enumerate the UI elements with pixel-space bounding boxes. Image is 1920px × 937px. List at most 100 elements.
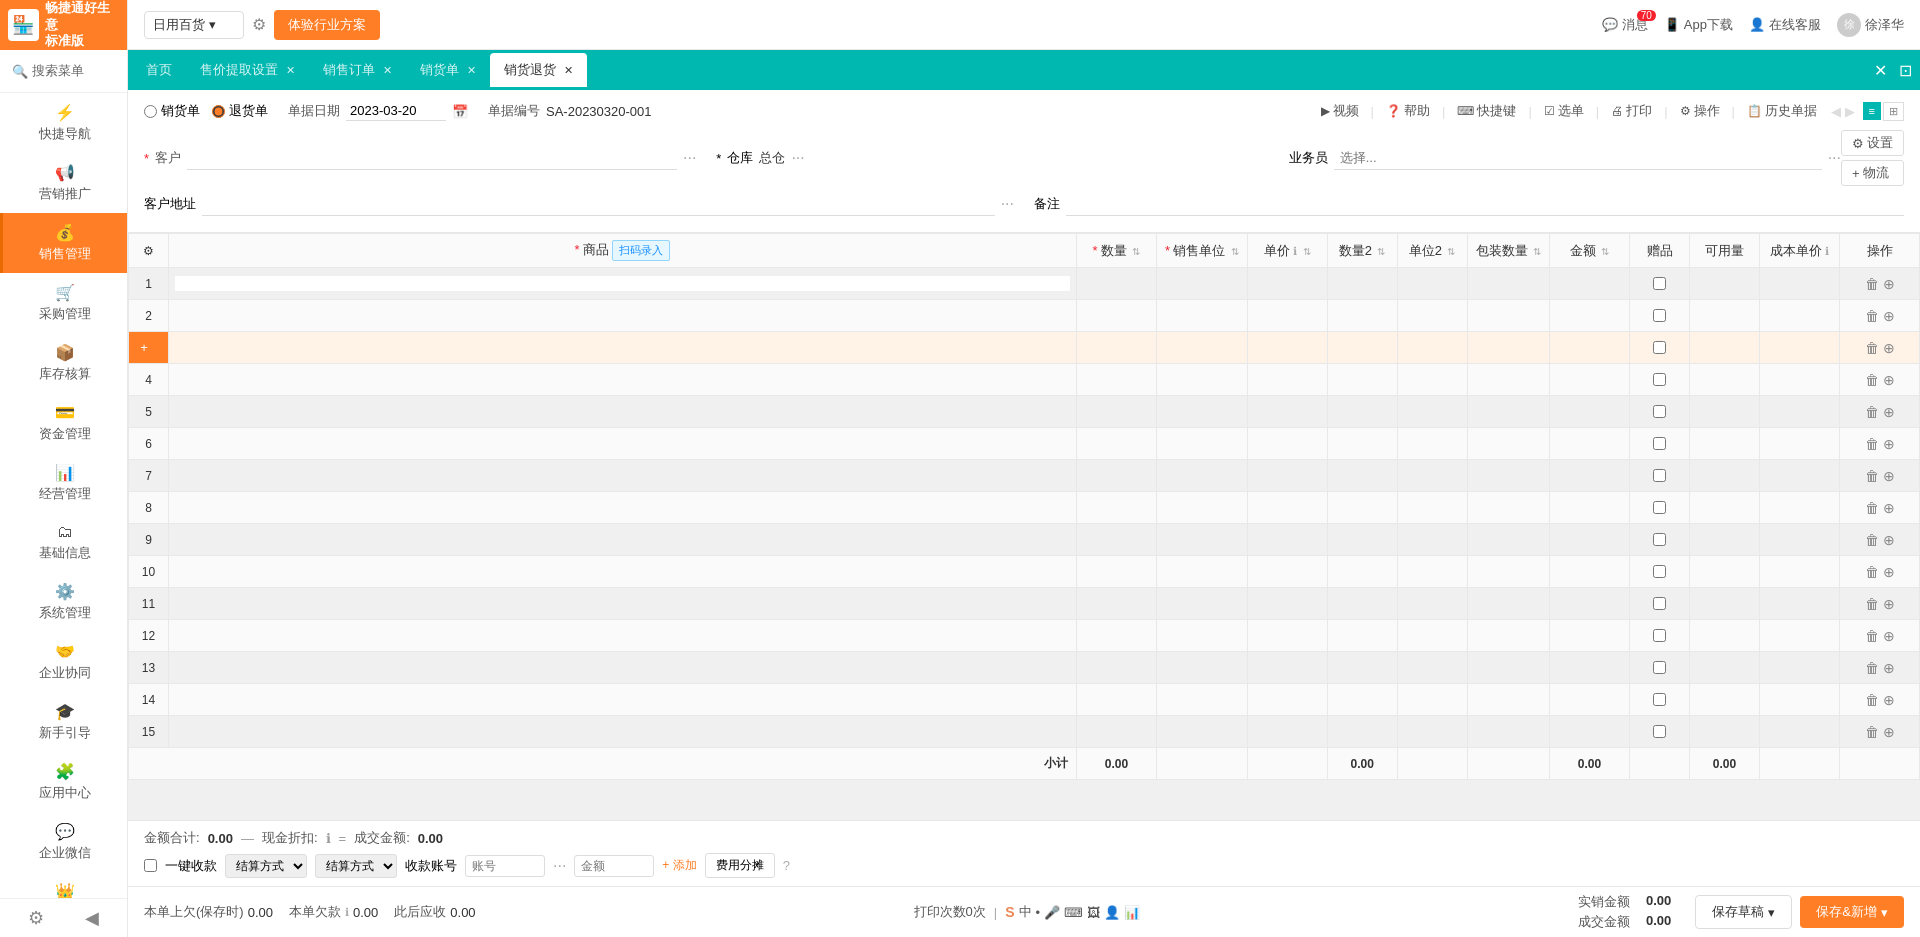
- staff-lookup-icon[interactable]: ···: [1828, 149, 1841, 167]
- gift-checkbox-2[interactable]: [1653, 309, 1666, 322]
- copy-row-12[interactable]: ⊕: [1881, 626, 1897, 646]
- delete-row-1[interactable]: 🗑: [1863, 274, 1881, 294]
- remark-input[interactable]: [1066, 192, 1904, 216]
- gift-checkbox-11[interactable]: [1653, 597, 1666, 610]
- app-download-button[interactable]: 📱 App下载: [1664, 16, 1733, 34]
- sidebar-item-purchase[interactable]: 🛒 采购管理: [0, 273, 127, 333]
- gift-checkbox-10[interactable]: [1653, 565, 1666, 578]
- customer-lookup-icon[interactable]: ···: [683, 149, 696, 167]
- close-tab-button[interactable]: ✕: [1870, 57, 1891, 84]
- tab-close-sales-order[interactable]: ✕: [383, 64, 392, 77]
- copy-row-9[interactable]: ⊕: [1881, 530, 1897, 550]
- qty-sort-icon[interactable]: ⇅: [1132, 246, 1140, 257]
- add-row-button[interactable]: +: [135, 339, 153, 357]
- copy-row-4[interactable]: ⊕: [1881, 370, 1897, 390]
- shortcut-button[interactable]: ⌨ 快捷键: [1451, 100, 1522, 122]
- sidebar-item-enterprise[interactable]: 🤝 企业协同: [0, 632, 127, 692]
- scan-input-button[interactable]: 扫码录入: [612, 240, 670, 261]
- gift-checkbox-13[interactable]: [1653, 661, 1666, 674]
- copy-row-8[interactable]: ⊕: [1881, 498, 1897, 518]
- discount-info-icon[interactable]: ℹ: [326, 831, 331, 846]
- experience-plan-button[interactable]: 体验行业方案: [274, 10, 380, 40]
- operate-button[interactable]: ⚙ 操作: [1674, 100, 1726, 122]
- online-service-button[interactable]: 👤 在线客服: [1749, 16, 1821, 34]
- sidebar-item-sales[interactable]: 💰 销售管理: [0, 213, 127, 273]
- delete-row-14[interactable]: 🗑: [1863, 690, 1881, 710]
- collapse-footer-button[interactable]: ◀: [85, 907, 99, 929]
- copy-row-7[interactable]: ⊕: [1881, 466, 1897, 486]
- history-order-button[interactable]: 📋 历史单据: [1741, 100, 1823, 122]
- product-input-3[interactable]: [175, 340, 1070, 355]
- cost-info-icon[interactable]: ℹ: [1825, 245, 1829, 257]
- help-button[interactable]: ❓ 帮助: [1380, 100, 1436, 122]
- radio-return[interactable]: 退货单: [212, 102, 268, 120]
- expense-split-button[interactable]: 费用分摊: [705, 853, 775, 878]
- pkg-sort-icon[interactable]: ⇅: [1533, 246, 1541, 257]
- search-menu-button[interactable]: 🔍 搜索菜单: [8, 58, 119, 84]
- one-key-payment-checkbox[interactable]: [144, 859, 157, 872]
- address-input[interactable]: [202, 192, 995, 216]
- sidebar-item-marketing[interactable]: 📢 营销推广: [0, 153, 127, 213]
- gift-checkbox-4[interactable]: [1653, 373, 1666, 386]
- payment-amount-input[interactable]: [574, 855, 654, 877]
- address-lookup-icon[interactable]: ···: [1001, 195, 1014, 213]
- tab-sales-return[interactable]: 销货退货 ✕: [490, 53, 587, 87]
- calendar-icon[interactable]: 📅: [452, 104, 468, 119]
- sidebar-item-operations[interactable]: 📊 经营管理: [0, 453, 127, 513]
- gift-checkbox-1[interactable]: [1653, 277, 1666, 290]
- settings-button[interactable]: ⚙ 设置: [1841, 130, 1904, 156]
- delete-row-5[interactable]: 🗑: [1863, 402, 1881, 422]
- gift-checkbox-8[interactable]: [1653, 501, 1666, 514]
- customer-input[interactable]: [187, 146, 677, 170]
- date-input[interactable]: [346, 101, 446, 121]
- staff-input[interactable]: [1334, 146, 1822, 170]
- th-settings[interactable]: ⚙: [129, 234, 169, 268]
- logistics-button[interactable]: + 物流: [1841, 160, 1904, 186]
- sidebar-item-inventory[interactable]: 📦 库存核算: [0, 333, 127, 393]
- radio-return-input[interactable]: [212, 105, 225, 118]
- module-select[interactable]: 日用百货 ▾: [144, 11, 244, 39]
- delete-row-15[interactable]: 🗑: [1863, 722, 1881, 742]
- delete-row-13[interactable]: 🗑: [1863, 658, 1881, 678]
- gift-checkbox-9[interactable]: [1653, 533, 1666, 546]
- sidebar-item-system[interactable]: ⚙️ 系统管理: [0, 572, 127, 632]
- price-info-icon[interactable]: ℹ: [1293, 245, 1297, 257]
- copy-row-6[interactable]: ⊕: [1881, 434, 1897, 454]
- gift-checkbox-7[interactable]: [1653, 469, 1666, 482]
- maximize-tab-button[interactable]: ⊡: [1895, 57, 1916, 84]
- calc-method-select[interactable]: 结算方式: [315, 854, 397, 878]
- copy-row-13[interactable]: ⊕: [1881, 658, 1897, 678]
- amount-sort-icon[interactable]: ⇅: [1601, 246, 1609, 257]
- account-dots[interactable]: ···: [553, 857, 566, 875]
- delete-row-3[interactable]: 🗑: [1863, 338, 1881, 358]
- delete-row-2[interactable]: 🗑: [1863, 306, 1881, 326]
- delete-row-7[interactable]: 🗑: [1863, 466, 1881, 486]
- radio-delivery-input[interactable]: [144, 105, 157, 118]
- video-help-button[interactable]: ▶ 视频: [1315, 100, 1365, 122]
- qty2-sort-icon[interactable]: ⇅: [1377, 246, 1385, 257]
- save-draft-button[interactable]: 保存草稿 ▾: [1695, 895, 1792, 929]
- grid-view-button[interactable]: ⊞: [1883, 102, 1904, 121]
- sidebar-item-shortcuts[interactable]: ⚡ 快捷导航: [0, 93, 127, 153]
- user-avatar[interactable]: 徐 徐泽华: [1837, 13, 1904, 37]
- copy-row-1[interactable]: ⊕: [1881, 274, 1897, 294]
- copy-row-3[interactable]: ⊕: [1881, 338, 1897, 358]
- copy-row-15[interactable]: ⊕: [1881, 722, 1897, 742]
- print-button[interactable]: 🖨 打印: [1605, 100, 1658, 122]
- tab-close-sales-return[interactable]: ✕: [564, 64, 573, 77]
- delete-row-12[interactable]: 🗑: [1863, 626, 1881, 646]
- gift-checkbox-5[interactable]: [1653, 405, 1666, 418]
- copy-row-5[interactable]: ⊕: [1881, 402, 1897, 422]
- tab-close-price-settings[interactable]: ✕: [286, 64, 295, 77]
- warehouse-lookup-icon[interactable]: ···: [791, 149, 804, 167]
- settle-method-select[interactable]: 结算方式: [225, 854, 307, 878]
- sidebar-search[interactable]: 🔍 搜索菜单: [0, 50, 127, 93]
- sidebar-item-newbie[interactable]: 🎓 新手引导: [0, 692, 127, 752]
- unit-sort-icon[interactable]: ⇅: [1231, 246, 1239, 257]
- delete-row-11[interactable]: 🗑: [1863, 594, 1881, 614]
- unit2-sort-icon[interactable]: ⇅: [1447, 246, 1455, 257]
- delete-row-9[interactable]: 🗑: [1863, 530, 1881, 550]
- tab-sales-order[interactable]: 销售订单 ✕: [309, 53, 406, 87]
- account-input[interactable]: [465, 855, 545, 877]
- delete-row-8[interactable]: 🗑: [1863, 498, 1881, 518]
